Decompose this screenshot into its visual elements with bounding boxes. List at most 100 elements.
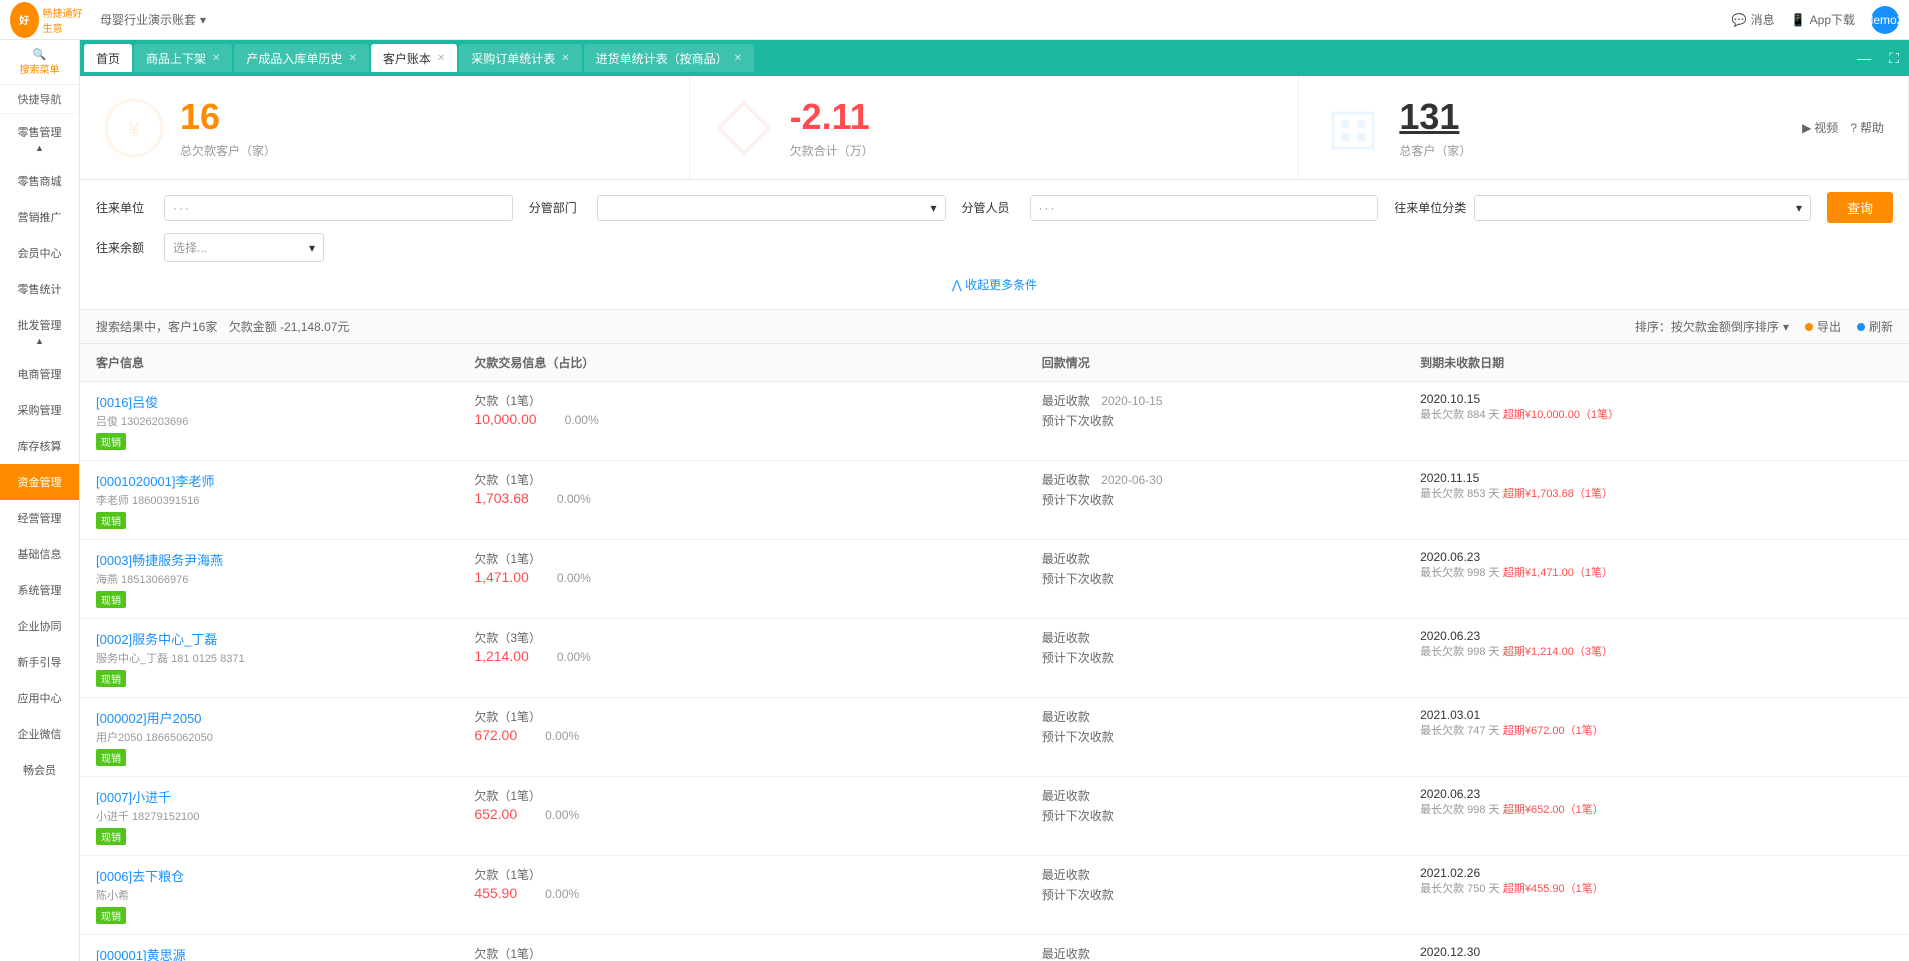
- tab-product-inbound[interactable]: 产成品入库单历史 ✕: [234, 44, 368, 72]
- sidebar-item-member[interactable]: 会员中心: [0, 235, 79, 271]
- sidebar-item-corp-wechat[interactable]: 企业微信: [0, 716, 79, 752]
- diamond-icon: [714, 98, 774, 158]
- refresh-icon: [1857, 323, 1865, 331]
- customer-name-3[interactable]: [0002]服务中心_丁磊: [96, 629, 474, 648]
- customer-name-4[interactable]: [000002]用户2050: [96, 708, 474, 727]
- messages-btn[interactable]: 💬 消息: [1732, 11, 1775, 28]
- sidebar-item-corp-collab[interactable]: 企业协同: [0, 608, 79, 644]
- table-row: [0001020001]李老师 李老师 18600391516 现销 欠款（1笔…: [80, 461, 1909, 540]
- stat-amount-info: -2.11 欠款合计（万）: [790, 96, 874, 159]
- overdue-link-5[interactable]: 超期¥652.00（1笔）: [1503, 804, 1604, 816]
- filter-toggle[interactable]: ⋀ 收起更多条件: [96, 272, 1893, 297]
- sidebar-item-capital[interactable]: 资金管理: [0, 464, 79, 500]
- unit-class-select[interactable]: ▾: [1474, 195, 1811, 221]
- overdue-link-0[interactable]: 超期¥10,000.00（1笔）: [1503, 409, 1619, 421]
- row-6: [0006]去下粮仓 陈小希 现销 欠款（1笔） 455.90 0.00%: [80, 856, 1909, 934]
- overdue-link-1[interactable]: 超期¥1,703.68（1笔）: [1503, 488, 1613, 500]
- user-avatar[interactable]: demo2: [1871, 6, 1899, 34]
- table-row: [000002]用户2050 用户2050 18665062050 现销 欠款（…: [80, 698, 1909, 777]
- sidebar-item-vip[interactable]: 畅会员: [0, 752, 79, 788]
- tab-close-icon[interactable]: ✕: [212, 53, 220, 64]
- tab-home[interactable]: 首页: [84, 44, 132, 72]
- stat-overdue-customers: ¥ 16 总欠款客户（家）: [80, 76, 690, 179]
- tab-customer-account[interactable]: 客户账本 ✕: [371, 44, 457, 72]
- tab-close-icon[interactable]: ✕: [561, 53, 569, 64]
- filter-from-unit: 往来单位 ···: [96, 195, 513, 221]
- filter-row-2: 往来余额 选择... ▾: [96, 233, 1893, 262]
- main-layout: 🔍 搜索菜单 快捷导航 零售管理 ▲ 零售商城 营销推广 会员中心 零售统计 批…: [0, 40, 1909, 961]
- stat-overdue-info: 16 总欠款客户（家）: [180, 96, 276, 159]
- sidebar-item-app-center[interactable]: 应用中心: [0, 680, 79, 716]
- question-icon: ?: [1850, 121, 1857, 135]
- sidebar-item-retail-mgmt[interactable]: 零售管理 ▲: [0, 114, 79, 163]
- tab-minimize-btn[interactable]: —: [1851, 48, 1877, 69]
- search-button[interactable]: 查询: [1827, 192, 1893, 223]
- video-btn[interactable]: ▶ 视频: [1802, 119, 1838, 136]
- overdue-info-5: 2020.06.23 最长欠款 998 天 超期¥652.00（1笔）: [1420, 787, 1893, 817]
- table-row: [0006]去下粮仓 陈小希 现销 欠款（1笔） 455.90 0.00%: [80, 856, 1909, 935]
- chevron-icon: ▲: [35, 336, 44, 346]
- overdue-link-6[interactable]: 超期¥455.90（1笔）: [1503, 883, 1604, 895]
- logo-text: 畅捷通好生意: [43, 5, 91, 35]
- sort-selector[interactable]: 排序：按欠款金额倒序排序 ▾: [1635, 318, 1789, 335]
- sidebar-item-basic[interactable]: 基础信息: [0, 536, 79, 572]
- person-input[interactable]: ···: [1030, 195, 1379, 221]
- top-bar: 好 畅捷通好生意 母婴行业演示账套 ▾ 💬 消息 📱 App下载 demo2: [0, 0, 1909, 40]
- customer-name-2[interactable]: [0003]畅捷服务尹海燕: [96, 550, 474, 569]
- app-download-btn[interactable]: 📱 App下载: [1791, 11, 1855, 28]
- payment-info-7: 最近收款 预计下次收款: [1042, 945, 1420, 961]
- tab-close-icon[interactable]: ✕: [734, 53, 742, 64]
- overdue-info-2: 2020.06.23 最长欠款 998 天 超期¥1,471.00（1笔）: [1420, 550, 1893, 580]
- sidebar-item-new-guide[interactable]: 新手引导: [0, 644, 79, 680]
- customer-name-7[interactable]: [000001]黄思源: [96, 945, 474, 961]
- table-row: [000001]黄思源 黄思源 13552700226 现销 欠款（1笔） 42…: [80, 935, 1909, 961]
- overdue-info-0: 2020.10.15 最长欠款 884 天 超期¥10,000.00（1笔）: [1420, 392, 1893, 422]
- row-7: [000001]黄思源 黄思源 13552700226 现销 欠款（1笔） 42…: [80, 935, 1909, 961]
- debt-info-5: 欠款（1笔） 652.00 0.00%: [474, 787, 1041, 822]
- overdue-link-4[interactable]: 超期¥672.00（1笔）: [1503, 725, 1604, 737]
- sidebar-item-ecommerce[interactable]: 电商管理: [0, 356, 79, 392]
- system-selector[interactable]: 母婴行业演示账套 ▾: [100, 11, 206, 28]
- overdue-info-4: 2021.03.01 最长欠款 747 天 超期¥672.00（1笔）: [1420, 708, 1893, 738]
- customer-name-5[interactable]: [0007]小进千: [96, 787, 474, 806]
- sidebar-item-retail-stats[interactable]: 零售统计: [0, 271, 79, 307]
- dept-select[interactable]: ▾: [597, 195, 946, 221]
- overdue-link-3[interactable]: 超期¥1,214.00（3笔）: [1503, 646, 1613, 658]
- tab-purchase-order[interactable]: 采购订单统计表 ✕: [459, 44, 581, 72]
- sidebar-item-purchase[interactable]: 采购管理: [0, 392, 79, 428]
- dropdown-icon: ▾: [200, 13, 206, 27]
- sidebar-quick-nav[interactable]: 快捷导航: [0, 85, 79, 114]
- customer-name-0[interactable]: [0016]吕俊: [96, 392, 474, 411]
- chevron-icon: ▲: [35, 143, 44, 153]
- overdue-link-2[interactable]: 超期¥1,471.00（1笔）: [1503, 567, 1613, 579]
- customer-info-3: [0002]服务中心_丁磊 服务中心_丁磊 181 0125 8371 现销: [96, 629, 474, 687]
- results-right: 排序：按欠款金额倒序排序 ▾ 导出 刷新: [1635, 318, 1893, 335]
- from-unit-input[interactable]: ···: [164, 195, 513, 221]
- sidebar-item-batch-mgmt[interactable]: 批发管理 ▲: [0, 307, 79, 356]
- filter-row-1: 往来单位 ··· 分管部门 ▾ 分管人员: [96, 192, 1893, 223]
- sidebar-item-system[interactable]: 系统管理: [0, 572, 79, 608]
- tab-product-offshelf[interactable]: 商品上下架 ✕: [134, 44, 232, 72]
- tab-close-icon[interactable]: ✕: [437, 53, 445, 64]
- chevron-down-icon: ▾: [930, 201, 936, 215]
- export-btn[interactable]: 导出: [1805, 318, 1841, 335]
- tab-close-icon[interactable]: ✕: [348, 53, 356, 64]
- customer-name-1[interactable]: [0001020001]李老师: [96, 471, 474, 490]
- balance-select[interactable]: 选择... ▾: [164, 233, 324, 262]
- stats-row: ¥ 16 总欠款客户（家） -2.11 欠款合计（万）: [80, 76, 1909, 180]
- customer-name-6[interactable]: [0006]去下粮仓: [96, 866, 474, 885]
- sidebar-item-retail-mall[interactable]: 零售商城: [0, 163, 79, 199]
- tab-maximize-btn[interactable]: ⛶: [1883, 48, 1905, 69]
- payment-info-2: 最近收款 预计下次收款: [1042, 550, 1420, 590]
- help-btn[interactable]: ? 帮助: [1850, 119, 1884, 136]
- stat-top-actions: ▶ 视频 ? 帮助: [1802, 119, 1884, 136]
- sidebar-item-inventory[interactable]: 库存核算: [0, 428, 79, 464]
- message-icon: 💬: [1732, 13, 1747, 27]
- tab-inbound-stat[interactable]: 进货单统计表（按商品） ✕: [584, 44, 754, 72]
- sidebar-search[interactable]: 🔍 搜索菜单: [0, 40, 79, 85]
- sidebar-item-marketing[interactable]: 营销推广: [0, 199, 79, 235]
- sidebar-item-ops[interactable]: 经营管理: [0, 500, 79, 536]
- results-summary: 搜索结果中，客户16家 欠款金额 -21,148.07元: [96, 318, 349, 335]
- refresh-btn[interactable]: 刷新: [1857, 318, 1893, 335]
- debt-info-2: 欠款（1笔） 1,471.00 0.00%: [474, 550, 1041, 585]
